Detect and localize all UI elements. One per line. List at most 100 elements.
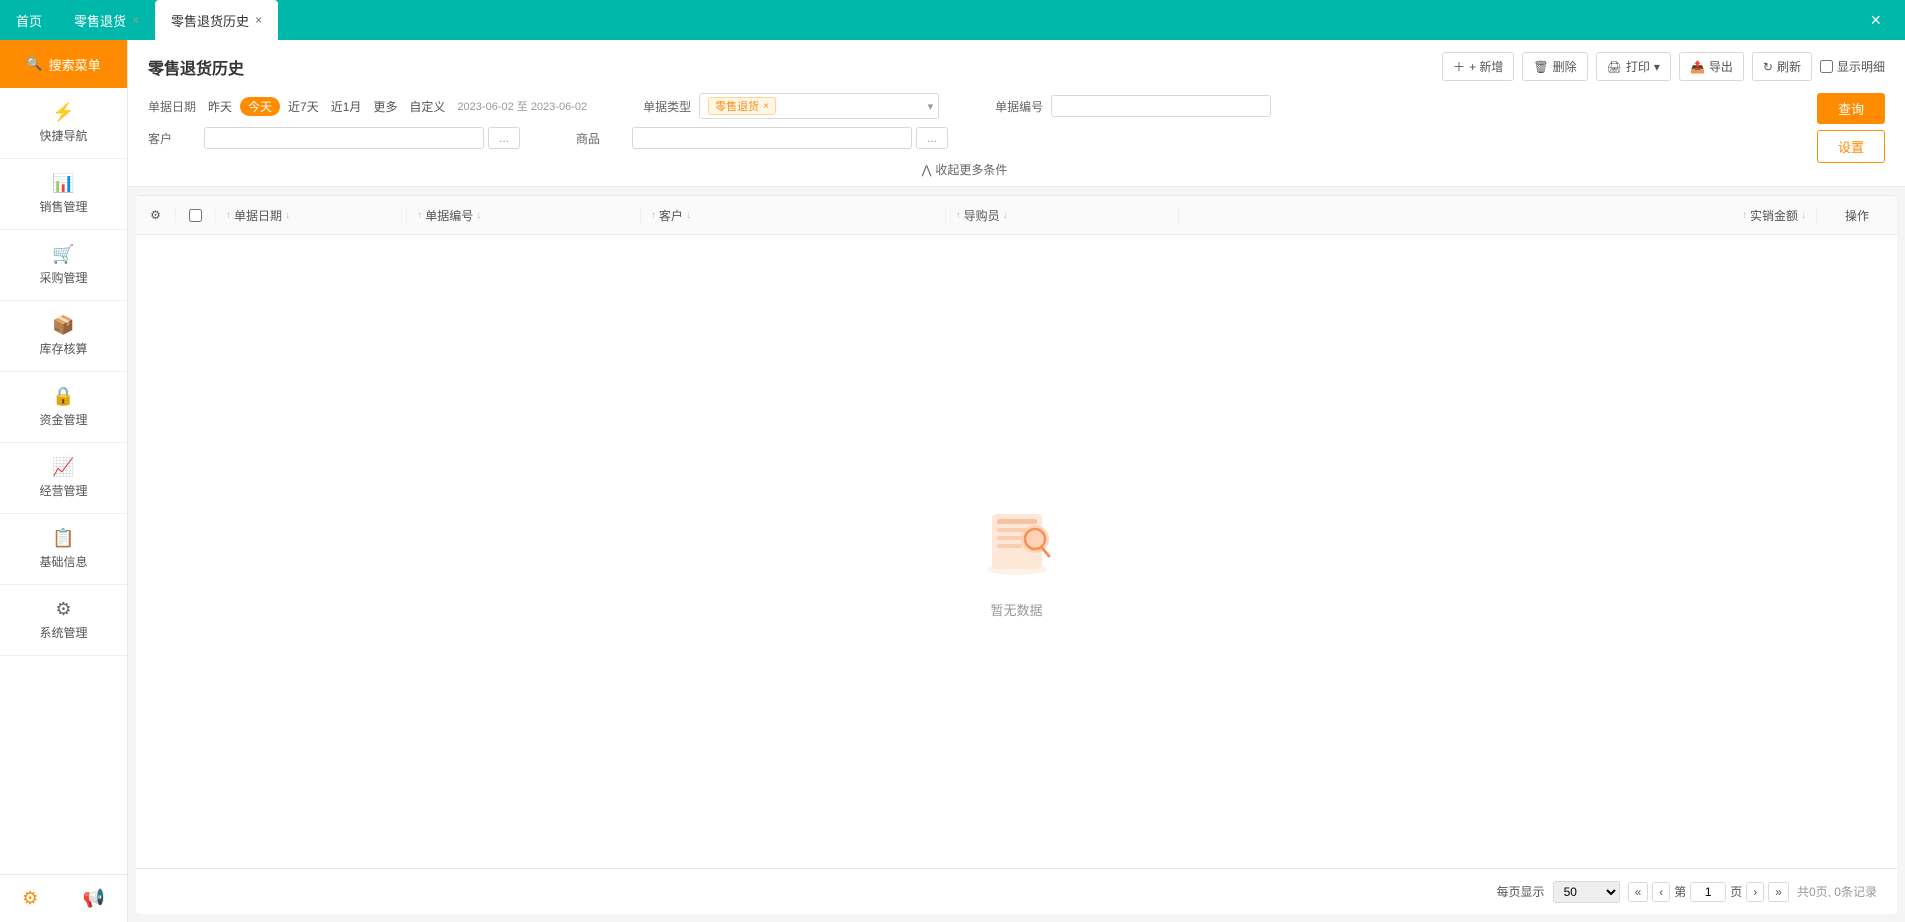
sort-no-up-icon[interactable]: ↑ (417, 210, 422, 221)
print-button[interactable]: 🖨 打印 ▾ (1596, 52, 1671, 81)
nav-icon-quick-nav: ⚡ (52, 102, 74, 123)
doc-no-input[interactable] (1051, 95, 1271, 117)
customer-input[interactable] (204, 127, 484, 149)
sidebar-item-system-mgmt[interactable]: ⚙系统管理 (0, 585, 127, 656)
tab-retail-return-close[interactable]: × (132, 13, 139, 27)
collapse-up-icon: ⋀ (922, 163, 932, 177)
doc-type-select-wrapper[interactable]: 零售退货 × (699, 93, 939, 119)
shortcut-custom[interactable]: 自定义 (405, 97, 449, 116)
doc-type-filter-group: 单据类型 零售退货 × (643, 93, 939, 119)
shortcut-more[interactable]: 更多 (369, 97, 401, 116)
export-icon: 📤 (1690, 60, 1705, 74)
th-settings[interactable]: ⚙ (136, 208, 176, 222)
sidebar: 🔍 搜索菜单 ⚡ 快捷导航 📊销售管理 🛒 采购管理 📦 库存核算 🔒资金管理📈经营管理 📋 基础… (0, 40, 128, 922)
page-number-input[interactable] (1690, 882, 1726, 902)
doc-type-tag-close[interactable]: × (763, 101, 769, 112)
doc-type-tag: 零售退货 × (708, 97, 776, 115)
sidebar-search[interactable]: 🔍 搜索菜单 (0, 40, 127, 88)
nav-icon-basic-info: 📋 (52, 528, 74, 549)
export-button[interactable]: 📤 导出 (1679, 52, 1744, 81)
settings-bottom-icon[interactable]: ⚙ (22, 888, 38, 909)
sort-customer-down-icon[interactable]: ↓ (686, 210, 691, 221)
prev-page-button[interactable]: ‹ (1652, 882, 1670, 902)
doc-type-label: 单据类型 (643, 98, 693, 115)
th-customer: ↑ 客户 ↓ (641, 207, 946, 224)
sidebar-item-finance[interactable]: 🔒资金管理 (0, 372, 127, 443)
sidebar-bottom: ⚙ 📢 (0, 874, 127, 922)
nav-icon-operations: 📈 (52, 457, 74, 478)
refresh-button[interactable]: ↻ 刷新 (1752, 52, 1812, 81)
sort-guide-up-icon[interactable]: ↑ (956, 210, 961, 221)
tab-retail-return-history[interactable]: 零售退货历史 × (155, 0, 278, 40)
add-button[interactable]: ＋ + 新增 (1442, 52, 1514, 81)
page-title-row: 零售退货历史 ＋ + 新增 🗑 删除 🖨 打印 ▾ (148, 52, 1885, 81)
doc-no-label: 单据编号 (995, 98, 1045, 115)
sidebar-item-operations[interactable]: 📈经营管理 (0, 443, 127, 514)
filter-settings-button[interactable]: 设置 (1817, 130, 1885, 163)
collapse-button[interactable]: ⋀ 收起更多条件 (922, 161, 1008, 178)
filter-top-row: 单据日期 昨天 今天 近7天 近1月 更多 自定义 2023-06-02 至 2… (148, 93, 1885, 186)
search-icon: 🔍 (26, 56, 42, 72)
volume-icon[interactable]: 📢 (82, 888, 104, 909)
goods-input[interactable] (632, 127, 912, 149)
sort-amount-down-icon[interactable]: ↓ (1801, 210, 1806, 221)
window-close-button[interactable]: × (1862, 6, 1889, 35)
pagination: 每页显示 50 100 200 « ‹ 第 页 › » 共0页, 0条记录 (136, 868, 1897, 914)
nav-label-basic-info: 基础信息 (39, 553, 87, 570)
empty-state: 暂无数据 (136, 235, 1897, 868)
tab-home[interactable]: 首页 (0, 0, 58, 40)
sort-customer-up-icon[interactable]: ↑ (651, 210, 656, 221)
filter-row-2: 客户 ... 商品 ... (148, 127, 1781, 149)
tab-retail-return-history-close[interactable]: × (255, 13, 262, 27)
goods-label: 商品 (576, 130, 626, 147)
column-settings-icon[interactable]: ⚙ (150, 208, 161, 222)
date-filter-group: 单据日期 昨天 今天 近7天 近1月 更多 自定义 2023-06-02 至 2… (148, 97, 587, 116)
sidebar-item-quick-nav[interactable]: ⚡ 快捷导航 (0, 88, 127, 159)
nav-label-sales-mgmt: 销售管理 (39, 198, 87, 215)
shortcut-1month[interactable]: 近1月 (327, 97, 366, 116)
nav-label-inventory: 库存核算 (39, 340, 87, 357)
delete-button[interactable]: 🗑 删除 (1522, 52, 1587, 81)
query-button[interactable]: 查询 (1817, 93, 1885, 124)
select-all-checkbox[interactable] (189, 209, 202, 222)
th-checkbox[interactable] (176, 209, 216, 222)
show-detail-label: 显示明细 (1820, 58, 1885, 75)
nav-icon-system-mgmt: ⚙ (55, 599, 71, 620)
top-bar: 首页 零售退货 × 零售退货历史 × × (0, 0, 1905, 40)
sidebar-item-sales-mgmt[interactable]: 📊销售管理 (0, 159, 127, 230)
th-date: ↑ 单据日期 ↓ (216, 207, 407, 224)
th-action: 操作 (1817, 207, 1897, 224)
nav-label-purchase-mgmt: 采购管理 (39, 269, 87, 286)
sort-guide-down-icon[interactable]: ↓ (1003, 210, 1008, 221)
print-arrow-icon: ▾ (1654, 60, 1660, 74)
date-range-display: 2023-06-02 至 2023-06-02 (457, 98, 587, 114)
nav-icon-inventory: 📦 (52, 315, 74, 336)
shortcut-7days[interactable]: 近7天 (284, 97, 323, 116)
goods-ellipsis-button[interactable]: ... (916, 127, 948, 149)
shortcut-today[interactable]: 今天 (240, 97, 280, 116)
doc-type-select[interactable]: 零售退货 × (699, 93, 939, 119)
show-detail-checkbox[interactable] (1820, 60, 1833, 73)
first-page-button[interactable]: « (1628, 882, 1649, 902)
nav-icon-purchase-mgmt: 🛒 (52, 244, 74, 265)
nav-label-quick-nav: 快捷导航 (39, 127, 87, 144)
total-info: 共0页, 0条记录 (1797, 883, 1877, 900)
customer-ellipsis-button[interactable]: ... (488, 127, 520, 149)
sidebar-item-inventory[interactable]: 📦 库存核算 (0, 301, 127, 372)
sidebar-item-basic-info[interactable]: 📋 基础信息 (0, 514, 127, 585)
last-page-button[interactable]: » (1768, 882, 1789, 902)
page-label: 页 (1730, 883, 1742, 900)
page-size-label: 每页显示 (1497, 883, 1545, 900)
next-page-button[interactable]: › (1746, 882, 1764, 902)
collapse-row: ⋀ 收起更多条件 (148, 157, 1781, 186)
sort-up-icon[interactable]: ↑ (226, 210, 231, 221)
action-col: 查询 设置 (1817, 93, 1885, 163)
sidebar-item-purchase-mgmt[interactable]: 🛒 采购管理 (0, 230, 127, 301)
sort-no-down-icon[interactable]: ↓ (476, 210, 481, 221)
sort-amount-up-icon[interactable]: ↑ (1742, 210, 1747, 221)
tab-retail-return[interactable]: 零售退货 × (58, 0, 155, 40)
sort-down-icon[interactable]: ↓ (285, 210, 290, 221)
goods-filter-group: 商品 ... (576, 127, 948, 149)
page-size-select[interactable]: 50 100 200 (1553, 881, 1620, 903)
shortcut-yesterday[interactable]: 昨天 (204, 97, 236, 116)
